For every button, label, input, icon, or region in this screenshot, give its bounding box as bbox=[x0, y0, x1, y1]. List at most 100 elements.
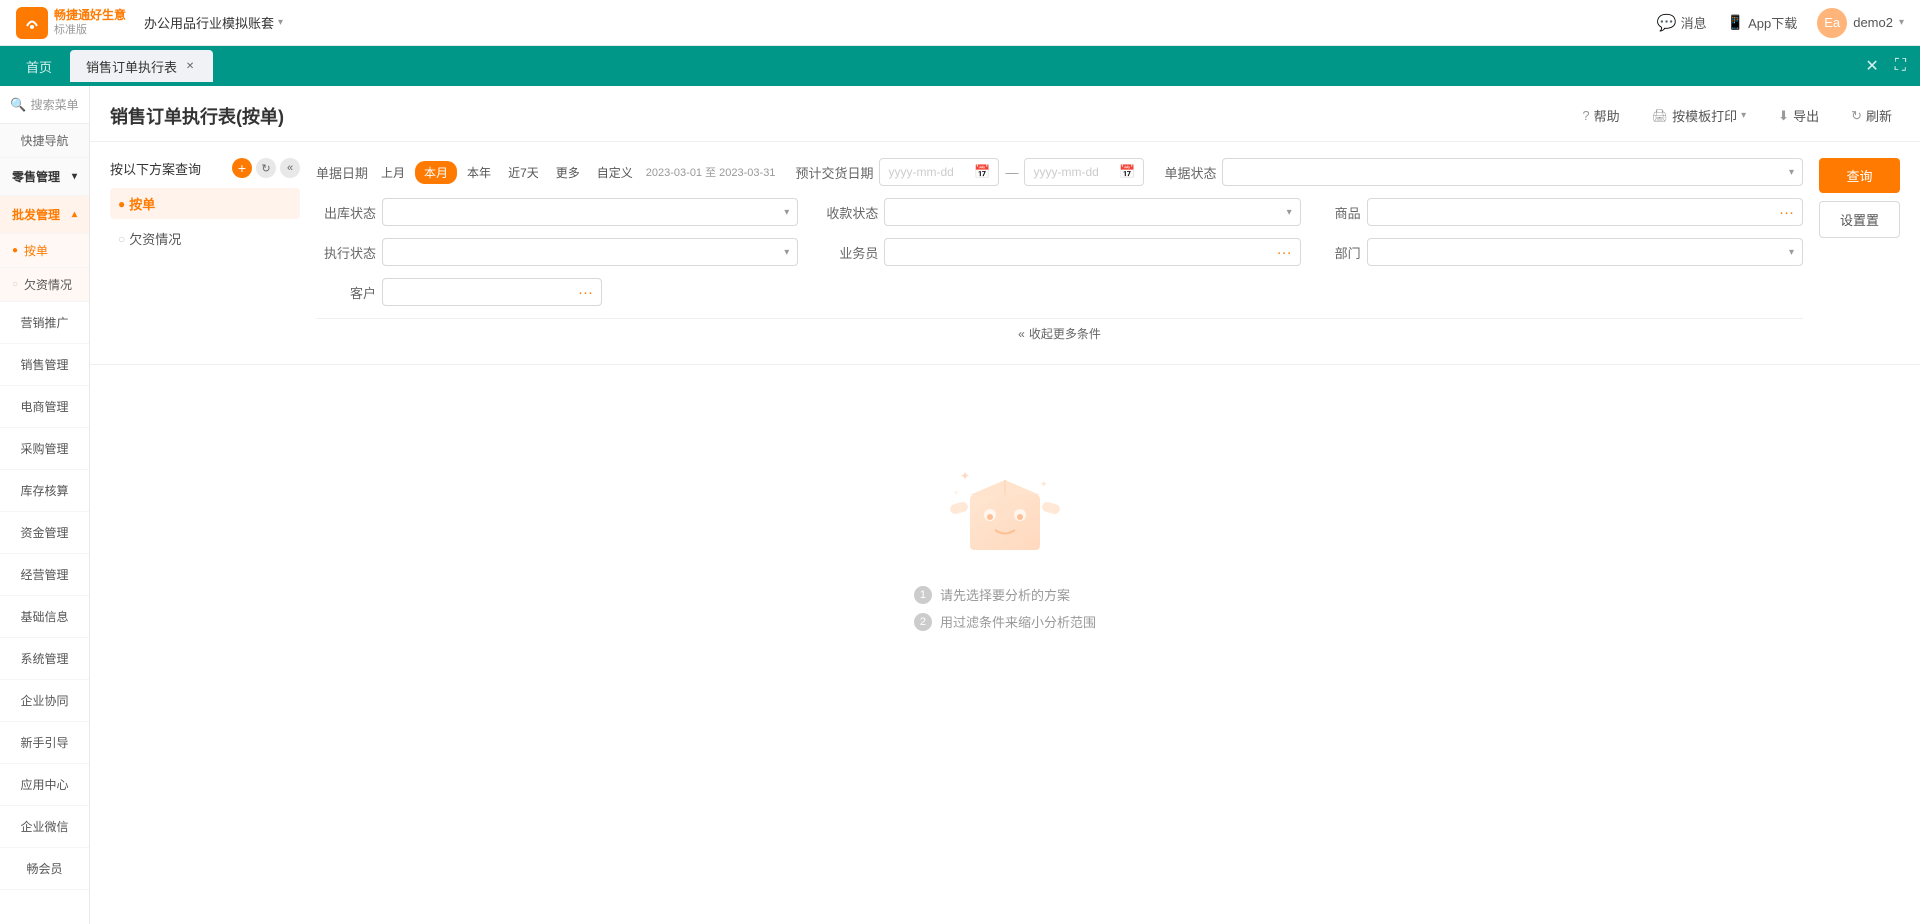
collapse-scheme-button[interactable]: « bbox=[280, 158, 300, 178]
tab-sales-order[interactable]: 销售订单执行表 ✕ bbox=[70, 50, 213, 82]
scheme-active-icon: ● bbox=[118, 197, 125, 211]
sidebar-item-marketing[interactable]: 营销推广 bbox=[0, 302, 89, 344]
app-selector[interactable]: 办公用品行业模拟账套 ▾ bbox=[136, 9, 291, 36]
arrears-dot-icon: ○ bbox=[12, 279, 18, 290]
date-tab-this-month[interactable]: 本月 bbox=[415, 161, 457, 184]
collapse-icon: « bbox=[1018, 327, 1025, 341]
sidebar-item-retail[interactable]: 零售管理 ▾ bbox=[0, 158, 89, 196]
export-button[interactable]: ⬇ 导出 bbox=[1770, 102, 1827, 129]
sidebar-sub-item-orders[interactable]: ● 按单 bbox=[0, 234, 89, 268]
scheme-item-arrears[interactable]: ○ 欠资情况 bbox=[110, 223, 300, 254]
tip-number-2: 2 bbox=[914, 613, 932, 631]
close-window-icon[interactable]: ✕ bbox=[1861, 52, 1882, 80]
message-icon: 💬 bbox=[1657, 13, 1677, 33]
salesperson-input[interactable]: ··· bbox=[884, 238, 1300, 266]
sidebar-item-apps[interactable]: 应用中心 bbox=[0, 764, 89, 806]
message-button[interactable]: 💬 消息 bbox=[1657, 13, 1707, 33]
close-tab-icon[interactable]: ✕ bbox=[183, 59, 197, 73]
user-menu[interactable]: Ea demo2 ▾ bbox=[1817, 8, 1904, 38]
collapse-more-button[interactable]: « 收起更多条件 bbox=[316, 318, 1803, 348]
app-download-button[interactable]: 📱 App下载 bbox=[1727, 13, 1798, 32]
sidebar-item-finance[interactable]: 资金管理 bbox=[0, 512, 89, 554]
filter-out-status: 出库状态 ▾ bbox=[316, 198, 798, 226]
date-tab-custom[interactable]: 自定义 bbox=[590, 161, 640, 184]
goods-more-icon: ··· bbox=[1779, 204, 1794, 221]
empty-tip-2: 2 用过滤条件来缩小分析范围 bbox=[914, 612, 1096, 631]
sidebar-item-operations[interactable]: 经营管理 bbox=[0, 554, 89, 596]
logo-icon bbox=[16, 7, 48, 39]
filter-exec-status: 执行状态 ▾ bbox=[316, 238, 798, 266]
collect-status-select[interactable]: ▾ bbox=[884, 198, 1300, 226]
filter-goods: 商品 ··· bbox=[1321, 198, 1803, 226]
filter-salesperson: 业务员 ··· bbox=[818, 238, 1300, 266]
customer-more-icon: ··· bbox=[578, 284, 593, 301]
settings-button[interactable]: 设置置 bbox=[1819, 201, 1900, 238]
salesperson-more-icon: ··· bbox=[1277, 244, 1292, 261]
add-scheme-button[interactable]: + bbox=[232, 158, 252, 178]
sidebar-item-wechat[interactable]: 企业微信 bbox=[0, 806, 89, 848]
out-status-select[interactable]: ▾ bbox=[382, 198, 798, 226]
sidebar-item-members[interactable]: 畅会员 bbox=[0, 848, 89, 890]
sidebar-item-cooperation[interactable]: 企业协同 bbox=[0, 680, 89, 722]
sidebar-item-base-info[interactable]: 基础信息 bbox=[0, 596, 89, 638]
department-chevron-icon: ▾ bbox=[1789, 247, 1794, 258]
sidebar-item-wholesale[interactable]: 批发管理 ▴ bbox=[0, 196, 89, 234]
tab-home[interactable]: 首页 bbox=[10, 50, 68, 82]
scheme-panel-icons: + ↻ « bbox=[232, 158, 300, 178]
wholesale-chevron-icon: ▴ bbox=[72, 209, 77, 220]
goods-input[interactable]: ··· bbox=[1367, 198, 1803, 226]
sidebar-item-guide[interactable]: 新手引导 bbox=[0, 722, 89, 764]
filter-expected-date: 预计交货日期 yyyy-mm-dd 📅 — yyyy-mm-dd 📅 bbox=[795, 158, 1144, 186]
help-icon: ? bbox=[1582, 108, 1589, 123]
filter-order-status: 单据状态 ▾ bbox=[1164, 158, 1803, 186]
header-left: 畅捷通好生意 标准版 办公用品行业模拟账套 ▾ bbox=[16, 7, 291, 39]
order-status-chevron-icon: ▾ bbox=[1789, 167, 1794, 178]
filter-row-4: 客户 ··· bbox=[316, 278, 1803, 306]
nav-tabs-actions: ✕ ⛶ bbox=[1861, 52, 1910, 80]
scheme-item-orders[interactable]: ● 按单 bbox=[110, 188, 300, 219]
page-title-bar: 销售订单执行表(按单) ? 帮助 🖨 按模板打印 ▾ ⬇ 导出 bbox=[90, 86, 1920, 142]
sidebar-quick-nav[interactable]: 快捷导航 bbox=[0, 124, 89, 158]
date-tab-more[interactable]: 更多 bbox=[549, 161, 587, 184]
top-header: 畅捷通好生意 标准版 办公用品行业模拟账套 ▾ 💬 消息 📱 App下载 Ea … bbox=[0, 0, 1920, 46]
calendar-end-icon: 📅 bbox=[1119, 164, 1135, 180]
help-button[interactable]: ? 帮助 bbox=[1574, 102, 1627, 129]
scheme-panel-header: 按以下方案查询 + ↻ « bbox=[110, 158, 300, 178]
sidebar-item-inventory[interactable]: 库存核算 bbox=[0, 470, 89, 512]
sidebar-item-purchase[interactable]: 采购管理 bbox=[0, 428, 89, 470]
exec-status-select[interactable]: ▾ bbox=[382, 238, 798, 266]
wholesale-sub-nav: ● 按单 ○ 欠资情况 bbox=[0, 234, 89, 302]
date-tab-7days[interactable]: 近7天 bbox=[501, 161, 546, 184]
sidebar: 🔍 搜索菜单 快捷导航 零售管理 ▾ 批发管理 ▴ ● 按单 ○ 欠资情况 营销… bbox=[0, 86, 90, 924]
sidebar-search[interactable]: 🔍 搜索菜单 bbox=[0, 86, 89, 124]
orders-dot-icon: ● bbox=[12, 245, 18, 256]
header-right: 💬 消息 📱 App下载 Ea demo2 ▾ bbox=[1657, 8, 1904, 38]
sidebar-item-sales[interactable]: 销售管理 bbox=[0, 344, 89, 386]
main-layout: 🔍 搜索菜单 快捷导航 零售管理 ▾ 批发管理 ▴ ● 按单 ○ 欠资情况 营销… bbox=[0, 86, 1920, 924]
date-dash: — bbox=[1005, 165, 1018, 180]
page-content: 销售订单执行表(按单) ? 帮助 🖨 按模板打印 ▾ ⬇ 导出 bbox=[90, 86, 1920, 924]
print-button[interactable]: 🖨 按模板打印 ▾ bbox=[1644, 102, 1755, 129]
date-tab-this-year[interactable]: 本年 bbox=[460, 161, 498, 184]
date-range-text: 2023-03-01 至 2023-03-31 bbox=[646, 164, 776, 180]
customer-input[interactable]: ··· bbox=[382, 278, 602, 306]
filter-row-1: 单据日期 上月 本月 本年 近7天 更多 自定义 2023-03-01 至 20… bbox=[316, 158, 1803, 186]
logo-area: 畅捷通好生意 标准版 bbox=[16, 7, 126, 39]
expand-window-icon[interactable]: ⛶ bbox=[1891, 53, 1910, 79]
sidebar-sub-item-arrears[interactable]: ○ 欠资情况 bbox=[0, 268, 89, 302]
sidebar-item-system[interactable]: 系统管理 bbox=[0, 638, 89, 680]
refresh-scheme-button[interactable]: ↻ bbox=[256, 158, 276, 178]
expected-date-end[interactable]: yyyy-mm-dd 📅 bbox=[1024, 158, 1144, 186]
empty-tips: 1 请先选择要分析的方案 2 用过滤条件来缩小分析范围 bbox=[914, 585, 1096, 631]
refresh-button[interactable]: ↻ 刷新 bbox=[1843, 102, 1900, 129]
logo-text: 畅捷通好生意 标准版 bbox=[54, 8, 126, 38]
expected-date-start[interactable]: yyyy-mm-dd 📅 bbox=[879, 158, 999, 186]
filter-collect-status: 收款状态 ▾ bbox=[818, 198, 1300, 226]
department-select[interactable]: ▾ bbox=[1367, 238, 1803, 266]
order-status-select[interactable]: ▾ bbox=[1222, 158, 1803, 186]
query-button[interactable]: 查询 bbox=[1819, 158, 1900, 193]
exec-status-chevron-icon: ▾ bbox=[784, 247, 789, 258]
download-icon: 📱 bbox=[1727, 14, 1744, 31]
date-tab-last-month[interactable]: 上月 bbox=[374, 161, 412, 184]
sidebar-item-ecommerce[interactable]: 电商管理 bbox=[0, 386, 89, 428]
